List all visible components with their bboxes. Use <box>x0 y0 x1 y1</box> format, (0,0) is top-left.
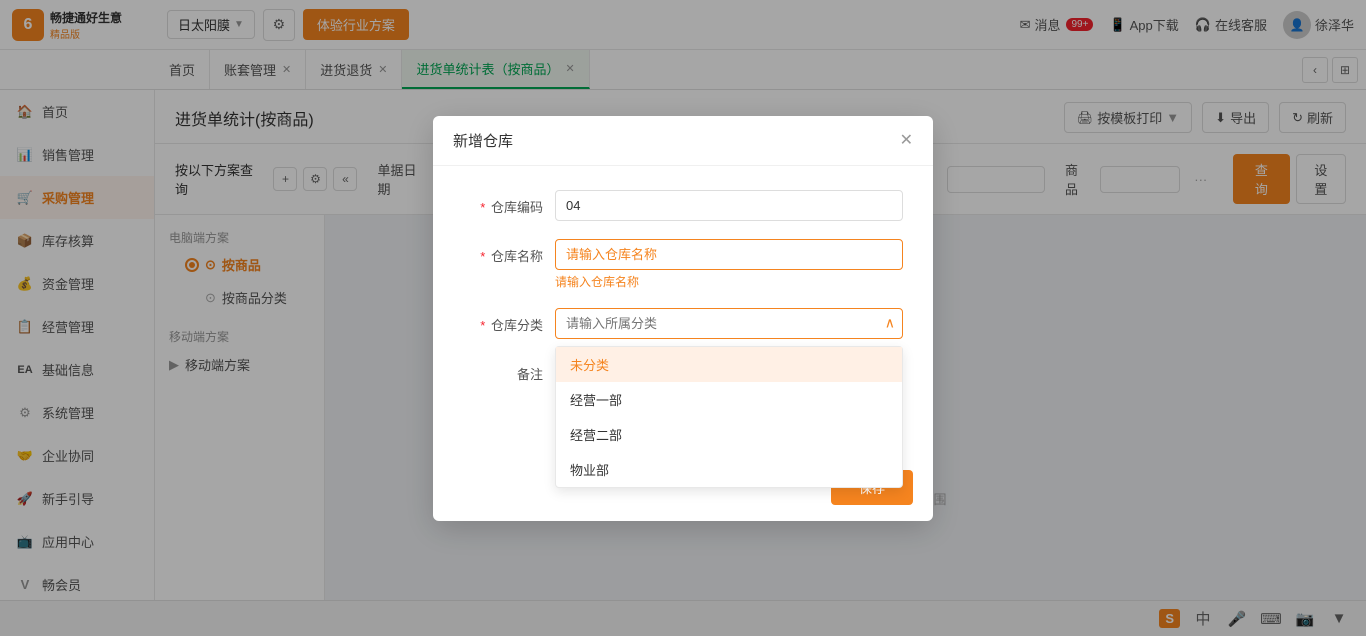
modal-close-button[interactable]: ✕ <box>900 130 913 150</box>
dropdown-option-ops2[interactable]: 经营二部 <box>556 417 902 452</box>
name-input[interactable] <box>555 239 903 270</box>
modal-header: 新增仓库 ✕ <box>433 116 933 166</box>
category-control: ∧ 未分类 经营一部 经营二部 物业部 <box>555 308 903 339</box>
add-warehouse-modal: 新增仓库 ✕ * 仓库编码 * 仓库名称 <box>433 116 933 521</box>
form-row-code: * 仓库编码 <box>463 190 903 221</box>
dropdown-option-uncategorized[interactable]: 未分类 <box>556 347 902 382</box>
category-dropdown-list: 未分类 经营一部 经营二部 物业部 <box>555 346 903 488</box>
category-input[interactable] <box>555 308 903 339</box>
dropdown-option-ops1[interactable]: 经营一部 <box>556 382 902 417</box>
form-row-category: * 仓库分类 ∧ 未分类 经营一部 经营二部 物业部 <box>463 308 903 339</box>
modal-body: * 仓库编码 * 仓库名称 请输入仓库名称 <box>433 166 933 458</box>
dropdown-arrow-icon[interactable]: ∧ <box>885 315 895 332</box>
name-label: * 仓库名称 <box>463 239 543 265</box>
form-row-name: * 仓库名称 请输入仓库名称 <box>463 239 903 290</box>
dropdown-option-property[interactable]: 物业部 <box>556 452 902 487</box>
modal-overlay: 新增仓库 ✕ * 仓库编码 * 仓库名称 <box>0 0 1366 636</box>
code-input[interactable] <box>555 190 903 221</box>
modal-title: 新增仓库 <box>453 130 513 151</box>
category-label: * 仓库分类 <box>463 308 543 334</box>
code-label: * 仓库编码 <box>463 190 543 216</box>
name-error-text: 请输入仓库名称 <box>555 273 903 290</box>
note-label: 备注 <box>463 357 543 383</box>
name-control: 请输入仓库名称 <box>555 239 903 290</box>
code-control <box>555 190 903 221</box>
